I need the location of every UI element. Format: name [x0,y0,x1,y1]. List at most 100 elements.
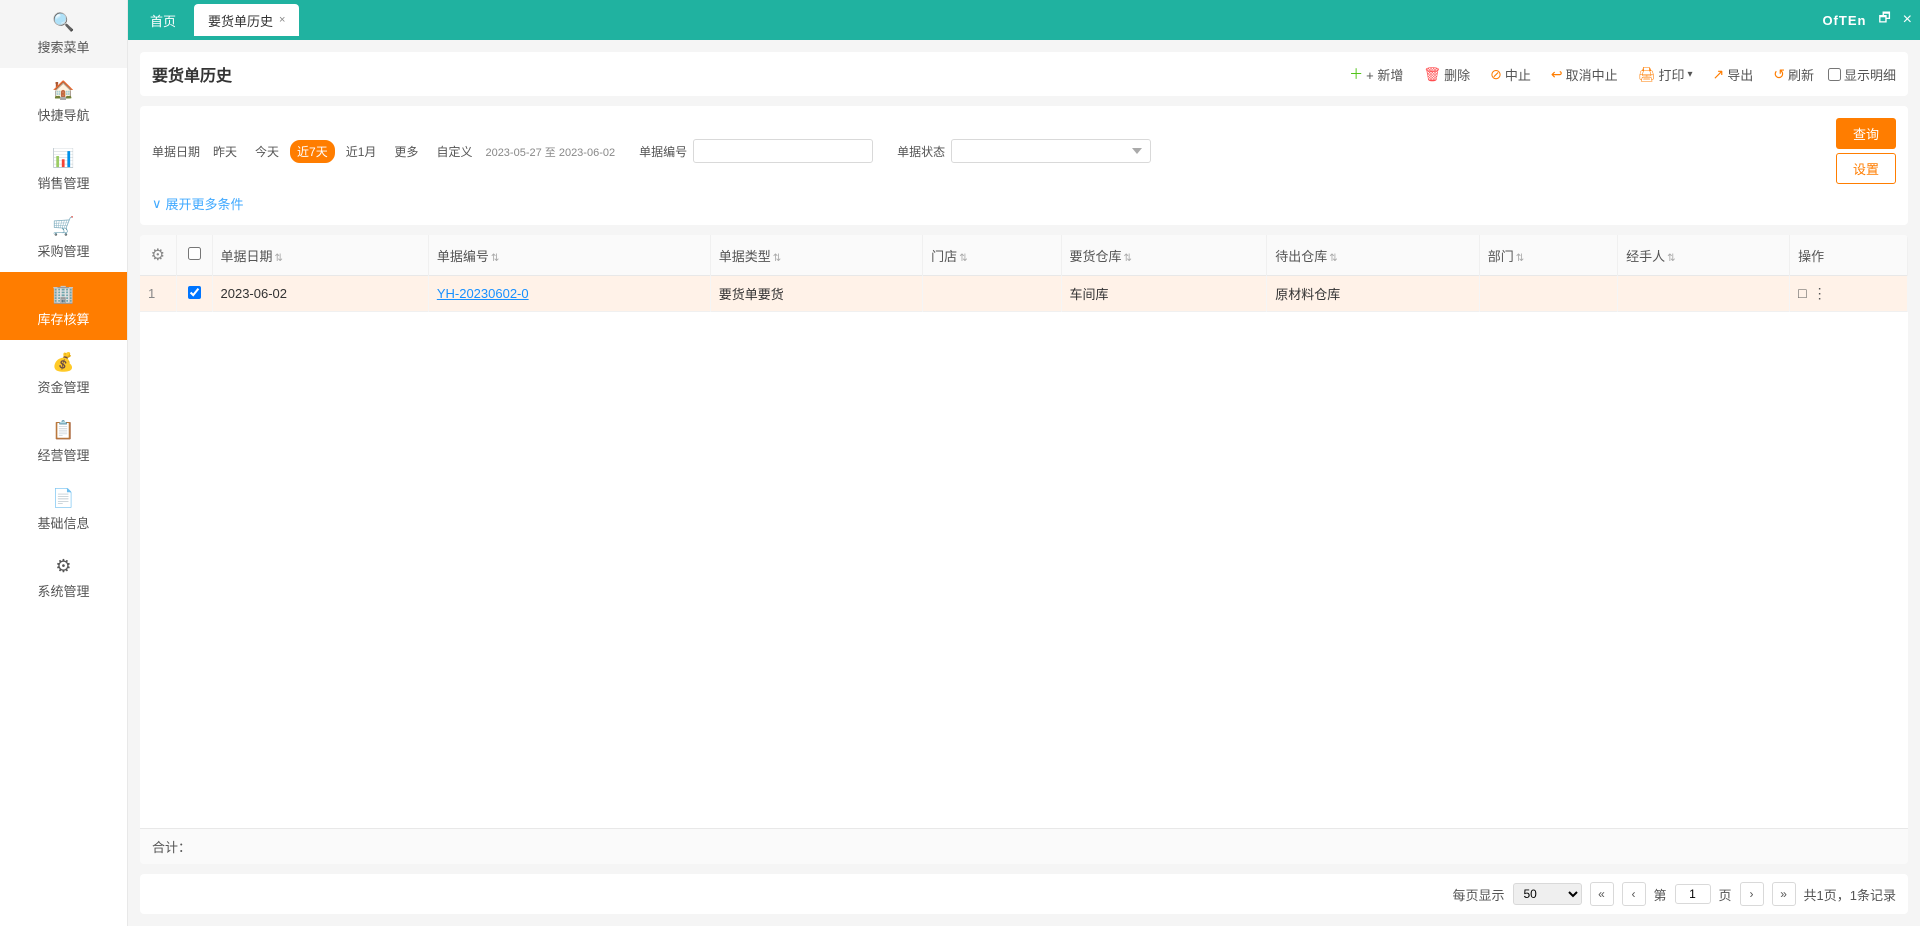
td-handler [1618,276,1790,312]
brand-label: OfTEn [1822,13,1866,28]
th-checkbox [176,235,212,276]
date-btn-more[interactable]: 更多 [387,140,425,163]
th-store: 门店⇅ [923,235,1061,276]
current-page-input[interactable] [1675,884,1711,904]
sort-handler-icon[interactable]: ⇅ [1667,253,1675,264]
operations-icon: 📋 [52,420,74,441]
sidebar-item-basic-info[interactable]: 📄基础信息 [0,476,127,544]
th-department: 部门⇅ [1479,235,1617,276]
th-req-warehouse: 要货仓库⇅ [1061,235,1267,276]
stop-icon: ⊘ [1490,66,1502,83]
sidebar-item-label: 库存核算 [37,309,89,328]
refresh-button[interactable]: ↺ 刷新 [1767,61,1820,88]
td-action: □ ⋮ [1790,276,1908,312]
sidebar-item-operations[interactable]: 📋经营管理 [0,408,127,476]
display-detail-checkbox[interactable] [1828,68,1841,81]
last-page-button[interactable]: » [1772,882,1796,906]
stop-button[interactable]: ⊘ 中止 [1484,61,1537,88]
sidebar-item-quick-nav[interactable]: 🏠快捷导航 [0,68,127,136]
sidebar-item-sales[interactable]: 📊 销售管理 [0,136,127,204]
sidebar-item-label: 采购管理 [37,241,89,260]
sidebar-item-inventory[interactable]: 🏢 库存核算 [0,272,127,340]
sort-department-icon[interactable]: ⇅ [1516,253,1524,264]
table-footer: 合计： [140,828,1908,864]
th-number: 单据编号⇅ [428,235,710,276]
date-btn-1month[interactable]: 近1月 [339,140,384,163]
view-action-icon[interactable]: □ [1798,285,1806,302]
filter-row-1: 单据日期 昨天 今天 近7天 近1月 更多 自定义 2023-05-27 至 2… [152,118,1896,184]
more-action-icon[interactable]: ⋮ [1813,285,1827,302]
td-type: 要货单要货 [710,276,922,312]
restore-button[interactable]: 🗗 [1878,9,1890,31]
status-select[interactable] [951,139,1151,163]
sales-icon: 📊 [52,148,74,169]
add-button[interactable]: ＋ + 新增 [1343,60,1409,88]
sort-req-warehouse-icon[interactable]: ⇅ [1124,253,1132,264]
date-filter-label: 单据日期 [152,143,200,160]
th-date: 单据日期⇅ [212,235,428,276]
tab-home[interactable]: 首页 [136,4,190,36]
select-all-checkbox[interactable] [188,247,201,260]
sort-date-icon[interactable]: ⇅ [275,253,283,264]
date-btn-custom[interactable]: 自定义 [429,140,479,163]
filter-area: 单据日期 昨天 今天 近7天 近1月 更多 自定义 2023-05-27 至 2… [140,106,1908,225]
system-icon: ⚙ [55,556,71,577]
sidebar-item-label: 销售管理 [37,173,89,192]
toolbar: ＋ + 新增 🗑 删除 ⊘ 中止 ↩ 取消中止 🖨 打印 [1343,60,1896,88]
first-page-button[interactable]: « [1590,882,1614,906]
export-icon: ↗ [1712,66,1724,83]
delete-button[interactable]: 🗑 删除 [1417,61,1476,88]
sort-number-icon[interactable]: ⇅ [491,253,499,264]
sort-store-icon[interactable]: ⇅ [959,253,967,264]
topbar-right: OfTEn 🗗 × [1822,9,1912,31]
next-page-button[interactable]: › [1740,882,1764,906]
td-req-warehouse: 车间库 [1061,276,1267,312]
date-btn-yesterday[interactable]: 昨天 [206,140,244,163]
sort-type-icon[interactable]: ⇅ [773,253,781,264]
th-settings: ⚙ [140,235,176,276]
expand-icon: ∨ [152,196,162,212]
expand-filter-button[interactable]: ∨ 展开更多条件 [152,194,244,213]
sidebar-item-finance[interactable]: 💰资金管理 [0,340,127,408]
print-icon: 🖨 [1638,66,1656,83]
td-number: YH-20230602-0 [428,276,710,312]
row-checkbox[interactable] [188,286,201,299]
print-dropdown-icon: ▾ [1687,69,1692,80]
search-menu-icon: 🔍 [52,12,74,33]
query-button[interactable]: 查询 [1836,118,1896,149]
status-label: 单据状态 [897,143,945,160]
data-table: ⚙ 单据日期⇅ 单据编号⇅ 单 [140,235,1908,312]
display-detail-toggle[interactable]: 显示明细 [1828,65,1896,84]
date-btn-today[interactable]: 今天 [248,140,286,163]
table-area: ⚙ 单据日期⇅ 单据编号⇅ 单 [140,235,1908,864]
th-handler: 经手人⇅ [1618,235,1790,276]
date-btn-7days[interactable]: 近7天 [290,140,335,163]
prev-page-button[interactable]: ‹ [1622,882,1646,906]
per-page-select[interactable]: 50 10 20 100 [1513,883,1582,905]
tab-close-button[interactable]: × [279,14,285,26]
sort-pending-warehouse-icon[interactable]: ⇅ [1329,253,1337,264]
total-info: 共1页，1条记录 [1804,885,1896,904]
sidebar-item-search-menu[interactable]: 🔍搜索菜单 [0,0,127,68]
close-button[interactable]: × [1903,11,1912,29]
table-row: 1 2023-06-02 YH-20230602-0 要货单要货 车间库 [140,276,1908,312]
td-row-num: 1 [140,276,176,312]
sidebar-item-system[interactable]: ⚙系统管理 [0,544,127,612]
column-settings-icon[interactable]: ⚙ [151,247,165,264]
settings-button[interactable]: 设置 [1836,153,1896,184]
refresh-icon: ↺ [1773,66,1785,83]
tab-requisition-history[interactable]: 要货单历史 × [194,4,299,36]
filter-row-2: ∨ 展开更多条件 [152,194,1896,213]
sidebar-item-purchase[interactable]: 🛒 采购管理 [0,204,127,272]
doc-number-link[interactable]: YH-20230602-0 [437,286,529,301]
print-button[interactable]: 🖨 打印 ▾ [1632,61,1699,88]
doc-number-input[interactable] [693,139,873,163]
purchase-icon: 🛒 [52,216,74,237]
export-button[interactable]: ↗ 导出 [1706,61,1759,88]
inventory-icon: 🏢 [52,284,74,305]
quick-nav-icon: 🏠 [52,80,74,101]
cancel-stop-button[interactable]: ↩ 取消中止 [1545,61,1624,88]
summary-label: 合计： [152,837,191,856]
status-filter-group: 单据状态 [897,139,1151,163]
tab-label: 要货单历史 [208,11,273,30]
